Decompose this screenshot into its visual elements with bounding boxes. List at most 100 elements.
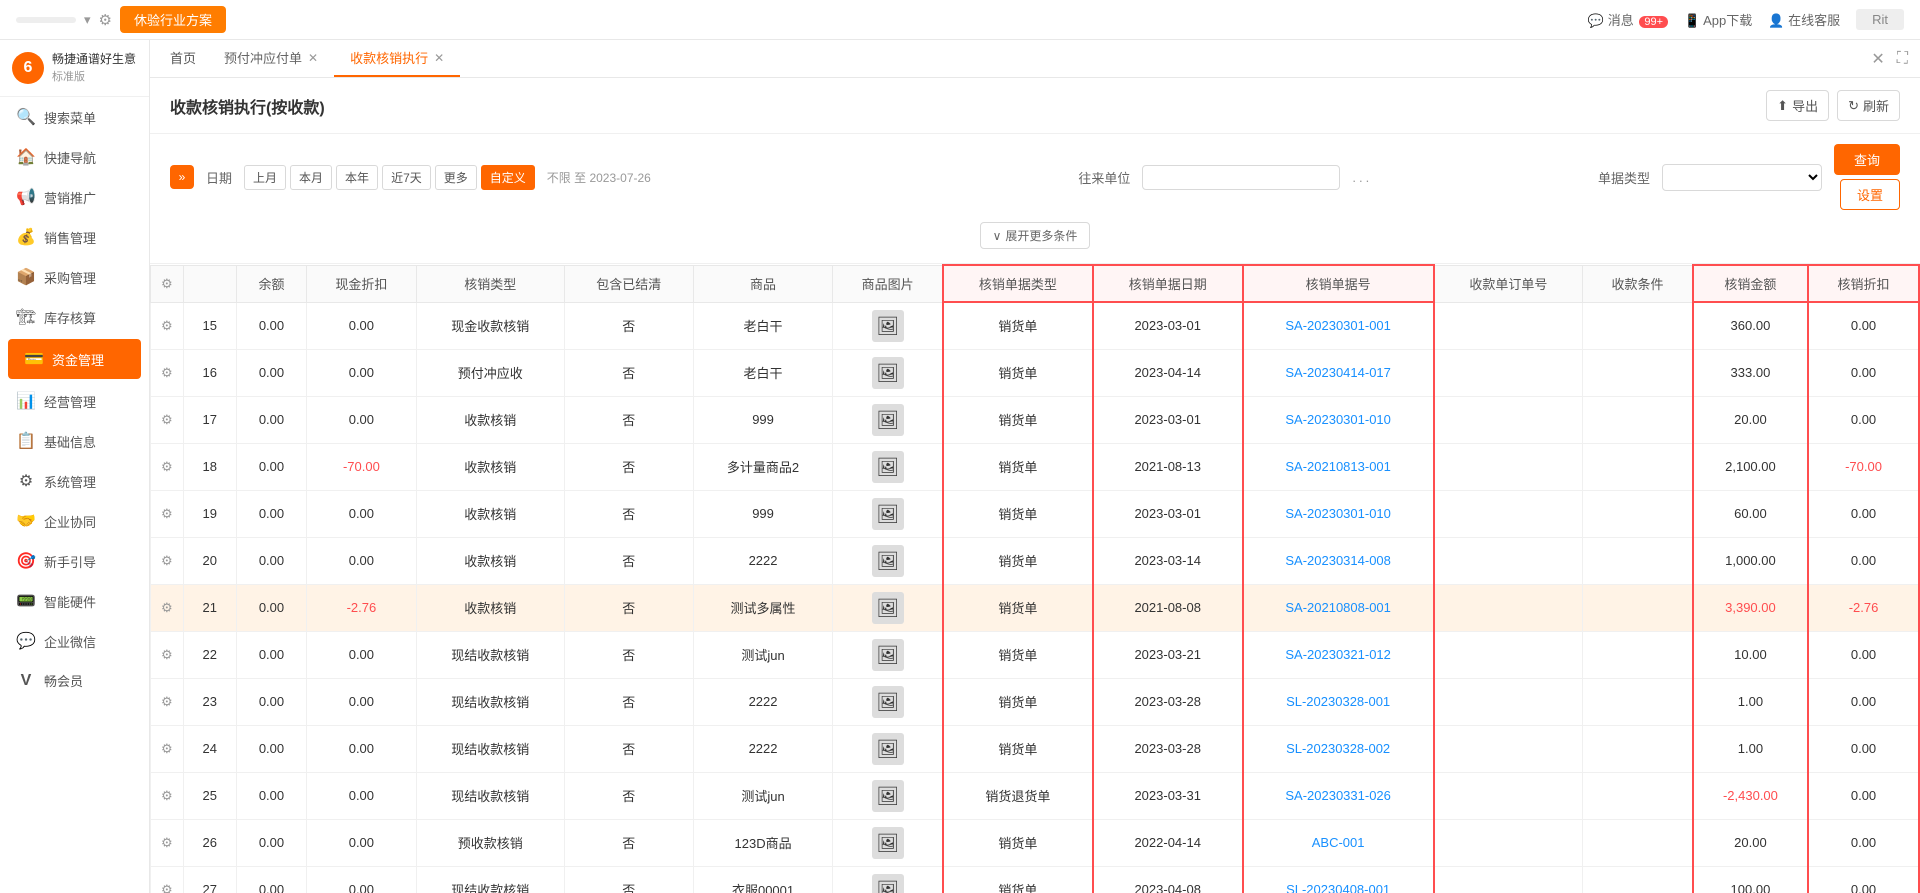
td-cell[interactable]: SA-20230414-017: [1243, 349, 1434, 396]
row-settings-icon[interactable]: ⚙: [161, 506, 173, 521]
inventory-icon: 🏗: [16, 307, 36, 327]
td-cell[interactable]: SL-20230328-001: [1243, 678, 1434, 725]
th-settings[interactable]: ⚙: [151, 265, 184, 302]
app-download-btn[interactable]: 📱 App下载: [1684, 10, 1752, 29]
row-settings-icon[interactable]: ⚙: [161, 694, 173, 709]
date-btn-more[interactable]: 更多: [435, 165, 477, 190]
td-cell[interactable]: SA-20230301-001: [1243, 302, 1434, 349]
td-cell[interactable]: SA-20230331-026: [1243, 772, 1434, 819]
td-settings: ⚙: [151, 819, 184, 866]
home-icon: 🏠: [16, 147, 36, 167]
sidebar-item-purchase[interactable]: 📦 采购管理: [0, 257, 149, 297]
sidebar-item-quick-nav[interactable]: 🏠 快捷导航: [0, 137, 149, 177]
sidebar-item-sales[interactable]: 💰 销售管理: [0, 217, 149, 257]
date-btn-custom[interactable]: 自定义: [481, 165, 535, 190]
td-settings: ⚙: [151, 725, 184, 772]
gear-icon[interactable]: ⚙: [99, 11, 112, 29]
voucher-type-select[interactable]: [1662, 164, 1822, 191]
td-cell: [1583, 772, 1693, 819]
row-settings-icon[interactable]: ⚙: [161, 459, 173, 474]
counterpart-input[interactable]: [1142, 165, 1340, 190]
sidebar-item-system[interactable]: ⚙ 系统管理: [0, 461, 149, 501]
row-settings-icon[interactable]: ⚙: [161, 318, 173, 333]
sidebar-item-inventory[interactable]: 🏗 库存核算: [0, 297, 149, 337]
row-settings-icon[interactable]: ⚙: [161, 741, 173, 756]
td-cell: 0.00: [1808, 631, 1919, 678]
filter-bar: » 日期 上月 本月 本年 近7天 更多 自定义 不限 至 2023-07-26…: [150, 134, 1920, 264]
sidebar-item-finance[interactable]: 💳 资金管理: [8, 339, 141, 379]
date-btn-7days[interactable]: 近7天: [382, 165, 431, 190]
sidebar-item-member[interactable]: V 畅会员: [0, 661, 149, 700]
td-cell: [1434, 678, 1583, 725]
tab-expand-btn[interactable]: ⛶: [1893, 45, 1912, 73]
sidebar-item-guide[interactable]: 🎯 新手引导: [0, 541, 149, 581]
logo-text: 畅捷通谱好生意 标准版: [52, 52, 136, 84]
table-row: ⚙230.000.00现结收款核销否2222🖼销货单2023-03-28SL-2…: [151, 678, 1920, 725]
row-settings-icon[interactable]: ⚙: [161, 788, 173, 803]
sidebar-item-wechat[interactable]: 💬 企业微信: [0, 621, 149, 661]
date-btn-this-month[interactable]: 本月: [290, 165, 332, 190]
td-settings: ⚙: [151, 772, 184, 819]
sidebar-item-corp[interactable]: 🤝 企业协同: [0, 501, 149, 541]
tab-prepay[interactable]: 预付冲应付单 ✕: [208, 40, 334, 77]
row-settings-icon[interactable]: ⚙: [161, 647, 173, 662]
export-btn[interactable]: ⬆ 导出: [1766, 90, 1829, 121]
td-cell[interactable]: SA-20230314-008: [1243, 537, 1434, 584]
td-cell: 999: [693, 396, 833, 443]
sidebar-item-basic[interactable]: 📋 基础信息: [0, 421, 149, 461]
th-included-cleared: 包含已结清: [564, 265, 693, 302]
date-range: 不限 至 2023-07-26: [547, 169, 651, 186]
row-settings-icon[interactable]: ⚙: [161, 882, 173, 893]
table-row: ⚙200.000.00收款核销否2222🖼销货单2023-03-14SA-202…: [151, 537, 1920, 584]
tab-home[interactable]: 首页: [158, 40, 208, 77]
row-settings-icon[interactable]: ⚙: [161, 835, 173, 850]
column-settings-icon[interactable]: ⚙: [161, 276, 173, 291]
tab-prepay-close[interactable]: ✕: [308, 51, 318, 65]
messages-btn[interactable]: 💬 消息 99+: [1588, 10, 1668, 29]
td-cell[interactable]: SA-20230321-012: [1243, 631, 1434, 678]
main-inner: 收款核销执行(按收款) ⬆ 导出 ↻ 刷新 » 日期: [150, 78, 1920, 893]
sidebar-item-business[interactable]: 📊 经营管理: [0, 381, 149, 421]
page-header: 收款核销执行(按收款) ⬆ 导出 ↻ 刷新: [150, 78, 1920, 134]
chevron-down-icon[interactable]: ▾: [84, 12, 91, 28]
online-service-btn[interactable]: 👤 在线客服: [1768, 10, 1840, 29]
date-btn-this-year[interactable]: 本年: [336, 165, 378, 190]
th-voucher-type: 核销单据类型: [943, 265, 1093, 302]
expand-conditions-btn[interactable]: ∨ 展开更多条件: [980, 222, 1091, 249]
td-cell: 16: [183, 349, 236, 396]
tab-collection[interactable]: 收款核销执行 ✕: [334, 40, 460, 77]
td-cell[interactable]: SA-20230301-010: [1243, 396, 1434, 443]
query-btn[interactable]: 查询: [1834, 144, 1900, 175]
settings-btn[interactable]: 设置: [1840, 179, 1900, 210]
sidebar-item-hardware[interactable]: 📟 智能硬件: [0, 581, 149, 621]
industry-btn[interactable]: 休验行业方案: [120, 6, 226, 33]
td-cell: [1434, 819, 1583, 866]
td-cell[interactable]: SA-20210813-001: [1243, 443, 1434, 490]
td-cell[interactable]: SL-20230408-001: [1243, 866, 1434, 893]
td-cell: 0.00: [307, 866, 416, 893]
th-goods: 商品: [693, 265, 833, 302]
td-cell: [1583, 584, 1693, 631]
sidebar-item-marketing[interactable]: 📢 营销推广: [0, 177, 149, 217]
td-cell: [1583, 302, 1693, 349]
table-container[interactable]: ⚙ 余额 现金折扣 核销类型 包含已结清 商品 商品图片 核销单据类型 核销单据…: [150, 264, 1920, 893]
row-settings-icon[interactable]: ⚙: [161, 365, 173, 380]
td-cell[interactable]: SA-20230301-010: [1243, 490, 1434, 537]
tab-close-all-btn[interactable]: ✕: [1867, 45, 1888, 73]
td-cell: 0.00: [1808, 349, 1919, 396]
td-cell[interactable]: SL-20230328-002: [1243, 725, 1434, 772]
td-cell: 0.00: [307, 302, 416, 349]
row-settings-icon[interactable]: ⚙: [161, 412, 173, 427]
tab-collection-close[interactable]: ✕: [434, 51, 444, 65]
td-cell[interactable]: ABC-001: [1243, 819, 1434, 866]
row-settings-icon[interactable]: ⚙: [161, 553, 173, 568]
td-cell[interactable]: SA-20210808-001: [1243, 584, 1434, 631]
date-btn-last-month[interactable]: 上月: [244, 165, 286, 190]
td-cell: 0.00: [1808, 866, 1919, 893]
row-settings-icon[interactable]: ⚙: [161, 600, 173, 615]
sidebar-item-search[interactable]: 🔍 搜索菜单: [0, 97, 149, 137]
expand-btn[interactable]: »: [170, 165, 194, 189]
td-cell: 2023-03-31: [1093, 772, 1243, 819]
refresh-btn[interactable]: ↻ 刷新: [1837, 90, 1900, 121]
td-cell: [1434, 537, 1583, 584]
